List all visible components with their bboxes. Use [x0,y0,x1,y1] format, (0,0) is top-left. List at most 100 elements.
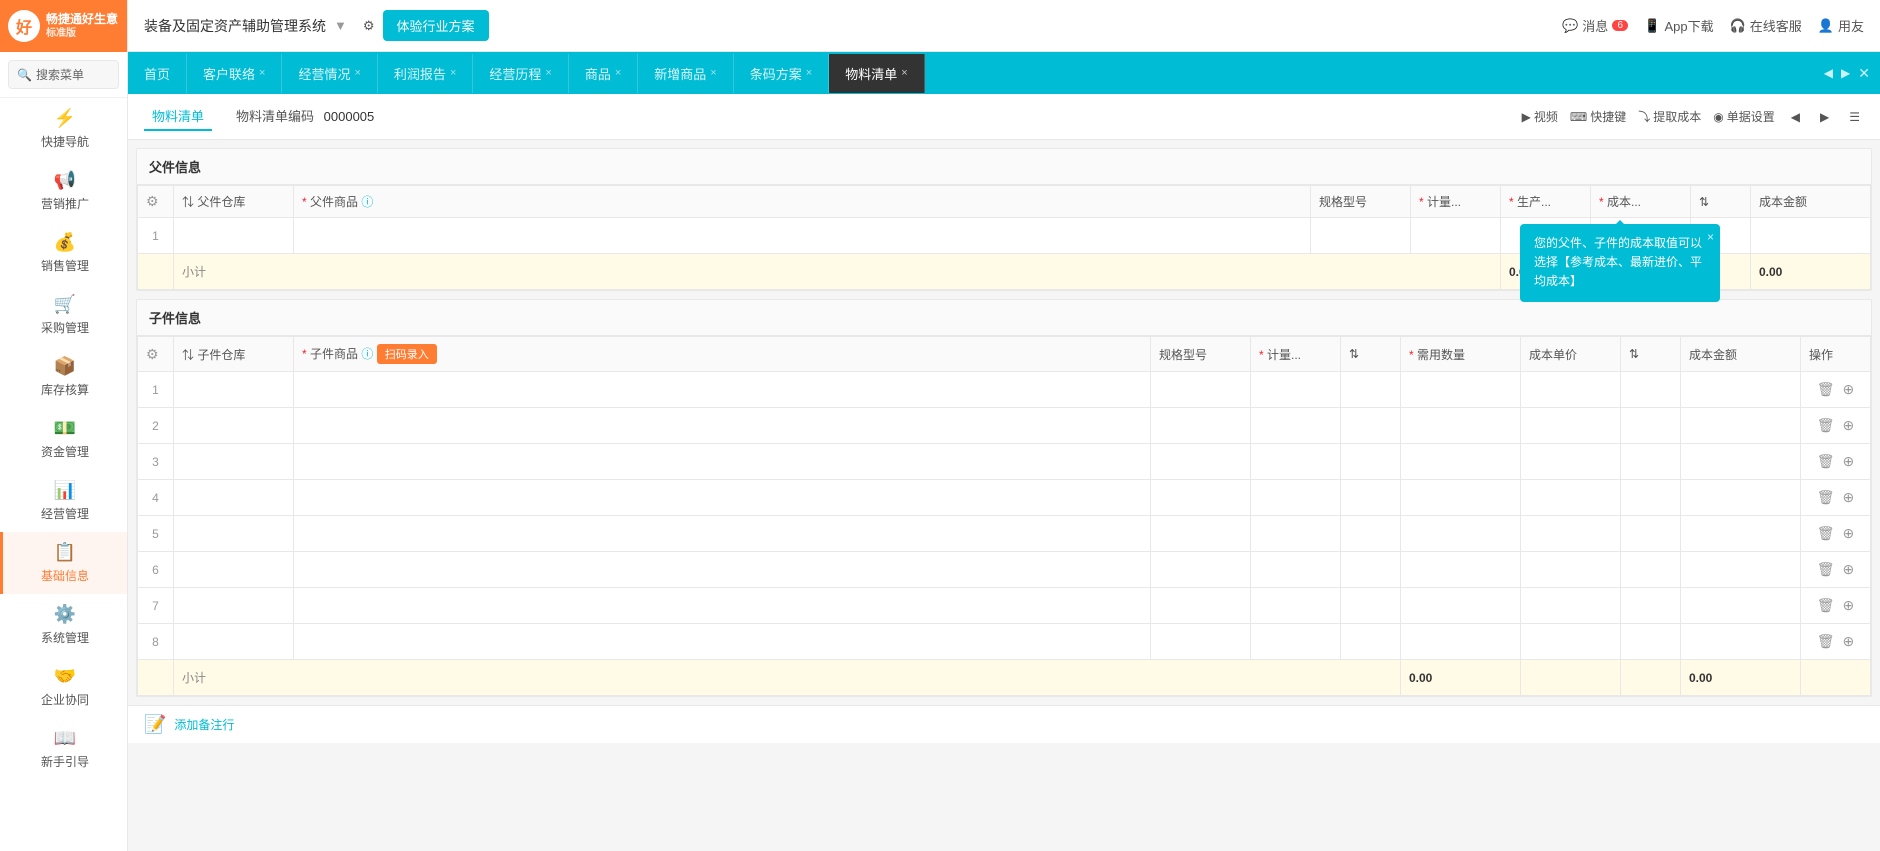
child-unit-price-cell[interactable] [1521,372,1621,408]
child-unit-price-cell[interactable] [1521,444,1621,480]
child-amount-cell[interactable] [1681,372,1801,408]
sub-tab-bom[interactable]: 物料清单 [144,102,212,131]
sidebar-item-enterprise[interactable]: 🤝 企业协同 [0,656,127,718]
child-warehouse-cell[interactable] [174,444,294,480]
sidebar-item-operations[interactable]: 📊 经营管理 [0,470,127,532]
copy-row-button[interactable]: ⊕ [1841,487,1857,508]
table-settings-icon[interactable]: ⚙ [146,193,159,209]
child-unit-cell[interactable] [1251,624,1341,660]
child-qty-cell[interactable] [1401,516,1521,552]
tab-close-icon[interactable]: × [615,67,621,79]
child-amount-cell[interactable] [1681,588,1801,624]
child-amount-cell[interactable] [1681,408,1801,444]
child-product-cell[interactable] [294,444,1151,480]
app-download-button[interactable]: 📱 App下载 [1644,16,1713,35]
copy-row-button[interactable]: ⊕ [1841,415,1857,436]
child-product-cell[interactable] [294,588,1151,624]
sidebar-item-quick-nav[interactable]: ⚡ 快捷导航 [0,98,127,160]
child-product-cell[interactable] [294,408,1151,444]
child-product-cell[interactable] [294,372,1151,408]
tab-prev-button[interactable]: ◀ [1820,62,1837,84]
child-unit-cell[interactable] [1251,444,1341,480]
child-amount-cell[interactable] [1681,480,1801,516]
child-qty-cell[interactable] [1401,552,1521,588]
sidebar-item-guide[interactable]: 📖 新手引导 [0,718,127,780]
parent-product-cell[interactable] [294,218,1311,254]
child-amount-cell[interactable] [1681,552,1801,588]
child-product-cell[interactable] [294,624,1151,660]
sidebar-item-finance[interactable]: 💵 资金管理 [0,408,127,470]
child-table-settings-icon[interactable]: ⚙ [146,346,159,362]
tab-customer[interactable]: 客户联络 × [187,54,282,93]
parent-amount-cell[interactable] [1751,218,1871,254]
tab-close-icon[interactable]: × [545,67,551,79]
scan-button[interactable]: 扫码录入 [377,344,437,364]
dropdown-icon[interactable]: ▼ [334,18,347,33]
search-menu-button[interactable]: 🔍 搜索菜单 [8,60,119,89]
tab-home[interactable]: 首页 [128,54,187,93]
child-unit-cell[interactable] [1251,516,1341,552]
parent-warehouse-cell[interactable] [174,218,294,254]
single-settings-button[interactable]: ◉ 单据设置 [1713,108,1775,125]
tab-close-icon[interactable]: × [710,67,716,79]
child-warehouse-cell[interactable] [174,516,294,552]
copy-row-button[interactable]: ⊕ [1841,523,1857,544]
shortcut-button[interactable]: ⌨ 快捷键 [1570,108,1626,125]
child-unit-price-cell[interactable] [1521,624,1621,660]
tab-operations[interactable]: 经营情况 × [282,54,377,93]
child-product-cell[interactable] [294,480,1151,516]
child-spec-cell[interactable] [1151,444,1251,480]
child-spec-cell[interactable] [1151,552,1251,588]
copy-row-button[interactable]: ⊕ [1841,631,1857,652]
child-amount-cell[interactable] [1681,516,1801,552]
online-service-button[interactable]: 🎧 在线客服 [1730,16,1802,35]
tab-new-product[interactable]: 新增商品 × [638,54,733,93]
tab-close-all-button[interactable]: ✕ [1854,61,1874,86]
copy-row-button[interactable]: ⊕ [1841,379,1857,400]
tab-product[interactable]: 商品 × [569,54,638,93]
child-qty-cell[interactable] [1401,588,1521,624]
nav-next-btn[interactable]: ▶ [1816,106,1833,128]
child-product-info-icon[interactable]: ⓘ [361,347,373,361]
tab-barcode[interactable]: 条码方案 × [734,54,829,93]
child-warehouse-cell[interactable] [174,480,294,516]
delete-row-button[interactable]: 🗑 [1815,415,1837,436]
sidebar-item-sales[interactable]: 💰 销售管理 [0,222,127,284]
delete-row-button[interactable]: 🗑 [1815,631,1837,652]
child-warehouse-cell[interactable] [174,552,294,588]
try-btn[interactable]: 体验行业方案 [383,10,489,41]
tab-next-button[interactable]: ▶ [1837,62,1854,84]
child-unit-cell[interactable] [1251,408,1341,444]
child-warehouse-cell[interactable] [174,372,294,408]
child-spec-cell[interactable] [1151,372,1251,408]
sub-tab-code[interactable]: 物料清单编码 0000005 [228,102,382,131]
nav-prev-btn[interactable]: ◀ [1787,106,1804,128]
parent-unit-cell[interactable] [1411,218,1501,254]
tab-close-icon[interactable]: × [354,67,360,79]
child-warehouse-cell[interactable] [174,588,294,624]
delete-row-button[interactable]: 🗑 [1815,559,1837,580]
sidebar-item-inventory[interactable]: 📦 库存核算 [0,346,127,408]
child-unit-cell[interactable] [1251,552,1341,588]
child-qty-cell[interactable] [1401,408,1521,444]
child-unit-cell[interactable] [1251,480,1341,516]
child-unit-price-cell[interactable] [1521,516,1621,552]
child-spec-cell[interactable] [1151,408,1251,444]
child-qty-cell[interactable] [1401,480,1521,516]
copy-row-button[interactable]: ⊕ [1841,595,1857,616]
video-button[interactable]: ▶ 视频 [1522,108,1558,125]
child-amount-cell[interactable] [1681,624,1801,660]
parent-spec-cell[interactable] [1311,218,1411,254]
tab-close-icon[interactable]: × [259,67,265,79]
settings-button[interactable]: ⚙ [363,18,375,34]
child-unit-price-cell[interactable] [1521,552,1621,588]
child-spec-cell[interactable] [1151,480,1251,516]
child-qty-cell[interactable] [1401,372,1521,408]
sidebar-item-purchase[interactable]: 🛒 采购管理 [0,284,127,346]
child-product-cell[interactable] [294,552,1151,588]
tab-close-icon[interactable]: × [450,67,456,79]
sidebar-item-marketing[interactable]: 📢 营销推广 [0,160,127,222]
copy-row-button[interactable]: ⊕ [1841,451,1857,472]
child-spec-cell[interactable] [1151,516,1251,552]
user-button[interactable]: 👤 用友 [1818,16,1864,35]
